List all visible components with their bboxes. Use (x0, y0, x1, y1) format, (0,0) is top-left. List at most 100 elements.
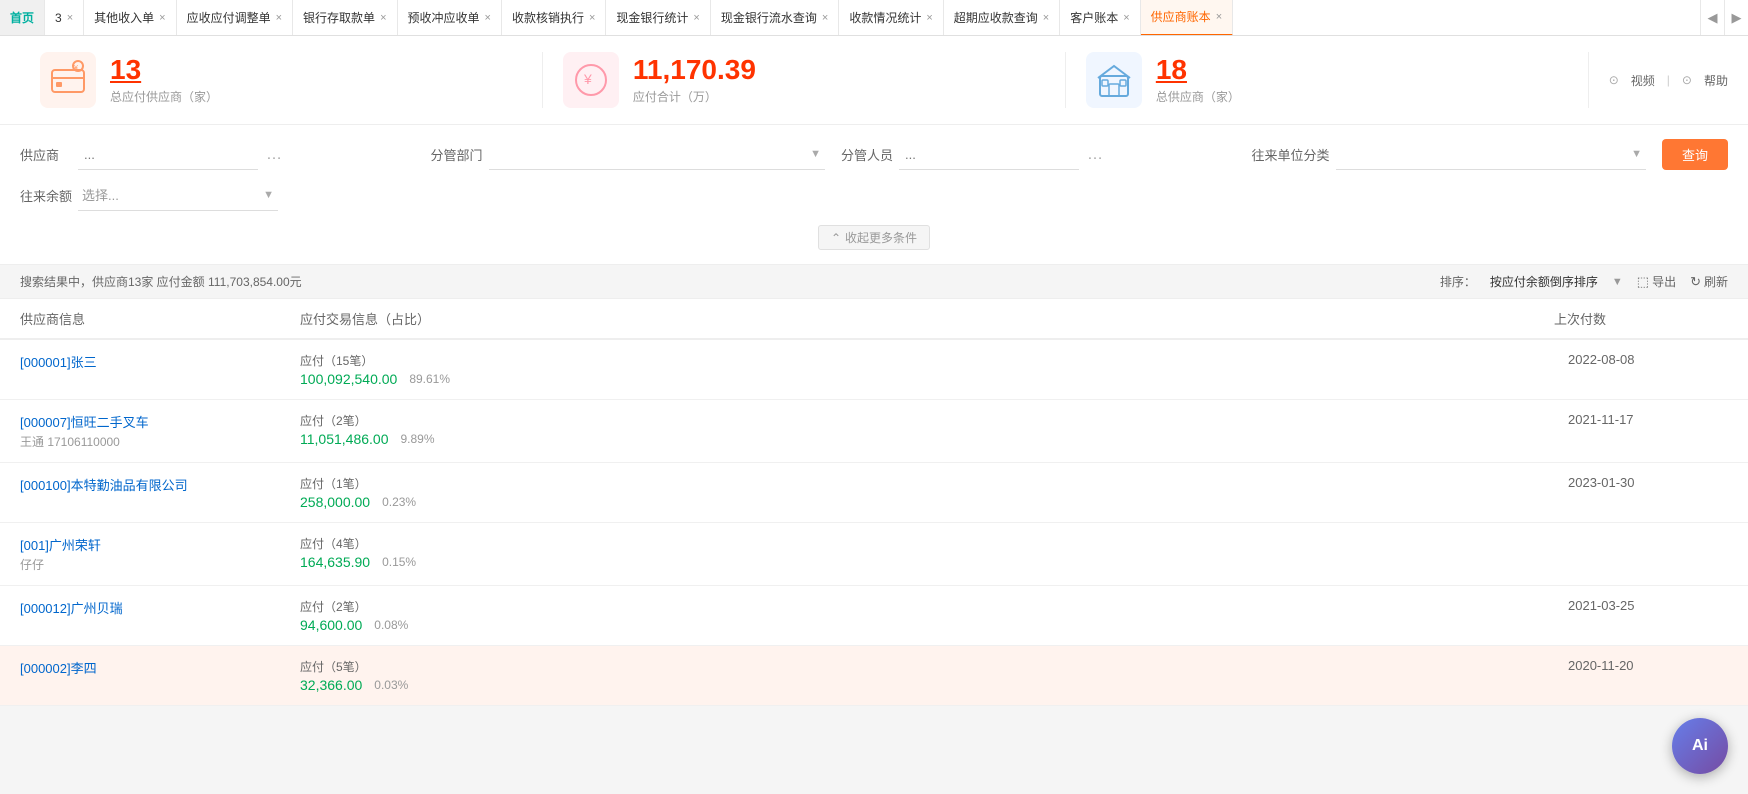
header-supplier: 供应商信息 (20, 309, 300, 328)
balance-select-wrap: 选择... ▼ (78, 180, 278, 211)
collection-stats-label: 收款情况统计 (849, 9, 921, 26)
filter-item-supplier: 供应商 … (20, 140, 415, 170)
close-bank-deposit[interactable]: × (380, 12, 386, 24)
card-number-total-suppliers[interactable]: 18 (1156, 55, 1240, 86)
tx-amount-link[interactable]: 100,092,540.00 (300, 371, 397, 387)
supplier-link[interactable]: [001]广州荣轩 (20, 538, 101, 553)
table-row: [000001]张三 应付（15笔） 100,092,540.00 89.61%… (0, 340, 1748, 400)
filter-row-1: 供应商 … 分管部门 ▼ 分管人员 … 往来单位分类 (20, 139, 1728, 170)
tx-row: 32,366.00 0.03% (300, 677, 1568, 693)
sort-label: 排序： (1440, 273, 1476, 290)
transaction-cell: 应付（2笔） 94,600.00 0.08% (300, 598, 1568, 633)
close-other-income[interactable]: × (159, 12, 165, 24)
category-filter-label: 往来单位分类 (1252, 145, 1330, 164)
nav-tab-overdue-query[interactable]: 超期应收款查询 × (944, 0, 1060, 36)
category-select[interactable] (1336, 139, 1646, 169)
customer-ledger-label: 客户账本 (1070, 9, 1118, 26)
supplier-input[interactable] (78, 140, 258, 170)
supplier-link[interactable]: [000001]张三 (20, 355, 97, 370)
last-pay-date: 2023-01-30 (1568, 475, 1635, 490)
last-pay-date: 2020-11-20 (1568, 658, 1634, 673)
last-payment-cell: 2021-03-25 (1568, 598, 1728, 613)
refresh-button[interactable]: ↻ 刷新 (1690, 273, 1728, 290)
help-link[interactable]: 帮助 (1704, 72, 1728, 89)
card-icon-payable: ¥ (563, 52, 619, 108)
ai-assistant-button[interactable]: Ai (1672, 718, 1728, 774)
nav-tab-bank-deposit[interactable]: 银行存取款单 × (293, 0, 397, 36)
close-cash-flow-query[interactable]: × (822, 12, 828, 24)
other-income-label: 其他收入单 (94, 9, 154, 26)
supplier-more-icon[interactable]: … (266, 146, 282, 164)
nav-prev-arrow[interactable]: ◀ (1700, 0, 1724, 36)
result-summary-text: 搜索结果中，供应商13家 应付金额 111,703,854.00元 (20, 273, 302, 290)
close-customer-ledger[interactable]: × (1123, 12, 1129, 24)
close-prepay-offset[interactable]: × (485, 12, 491, 24)
transaction-cell: 应付（15笔） 100,092,540.00 89.61% (300, 352, 1568, 387)
refresh-icon: ↻ (1690, 274, 1701, 290)
dept-filter-label: 分管部门 (431, 145, 483, 164)
close-tab-3[interactable]: × (67, 12, 73, 24)
nav-tab-ar-ap-adjust[interactable]: 应收应付调整单 × (177, 0, 293, 36)
dept-select[interactable] (489, 139, 825, 169)
nav-tab-supplier-ledger[interactable]: 供应商账本 × (1141, 0, 1233, 36)
close-cash-bank-stats[interactable]: × (693, 12, 699, 24)
tx-amount-link[interactable]: 94,600.00 (300, 617, 362, 633)
collapse-up-icon: ⌃ (831, 231, 841, 245)
card-label-suppliers: 总应付供应商（家） (110, 88, 218, 105)
collapse-button[interactable]: ⌃ 收起更多条件 (818, 225, 930, 250)
table-body: [000001]张三 应付（15笔） 100,092,540.00 89.61%… (0, 340, 1748, 706)
nav-tab-collection-stats[interactable]: 收款情况统计 × (839, 0, 943, 36)
video-link[interactable]: 视频 (1631, 72, 1655, 89)
close-ar-ap-adjust[interactable]: × (276, 12, 282, 24)
last-pay-date: 2021-03-25 (1568, 598, 1635, 613)
transaction-cell: 应付（2笔） 11,051,486.00 9.89% (300, 412, 1568, 447)
card-number-suppliers[interactable]: 13 (110, 55, 218, 86)
sort-dropdown-icon[interactable]: ▼ (1612, 276, 1623, 288)
last-payment-cell: 2022-08-08 (1568, 352, 1728, 367)
table-row: [000007]恒旺二手叉车 王通 17106110000 应付（2笔） 11,… (0, 400, 1748, 463)
summary-card-suppliers-payable: ¥ 13 总应付供应商（家） (20, 52, 543, 108)
nav-tab-cash-flow-query[interactable]: 现金银行流水查询 × (711, 0, 839, 36)
tx-label: 应付（15笔） (300, 352, 1568, 369)
header-transaction: 应付交易信息（占比） (300, 309, 1554, 328)
nav-tab-customer-ledger[interactable]: 客户账本 × (1060, 0, 1140, 36)
export-button[interactable]: ⬚ 导出 (1637, 273, 1676, 290)
last-payment-cell: 2023-01-30 (1568, 475, 1728, 490)
nav-tab-payment-verify[interactable]: 收款核销执行 × (502, 0, 606, 36)
tx-amount-link[interactable]: 11,051,486.00 (300, 431, 389, 447)
tx-amount-link[interactable]: 258,000.00 (300, 494, 370, 510)
supplier-link[interactable]: [000002]李四 (20, 661, 97, 676)
card-text-payable: 11,170.39 应付合计（万） (633, 55, 756, 105)
close-payment-verify[interactable]: × (589, 12, 595, 24)
tx-label: 应付（2笔） (300, 412, 1568, 429)
balance-select[interactable]: 选择... (78, 180, 278, 210)
sort-select[interactable]: 按应付余额倒序排序 (1490, 273, 1598, 290)
supplier-link[interactable]: [000007]恒旺二手叉车 (20, 415, 149, 430)
payment-verify-label: 收款核销执行 (512, 9, 584, 26)
tx-row: 258,000.00 0.23% (300, 494, 1568, 510)
person-input[interactable] (899, 140, 1079, 170)
summary-card-total-suppliers: 18 总供应商（家） (1066, 52, 1589, 108)
person-more-icon[interactable]: … (1087, 146, 1103, 164)
close-overdue-query[interactable]: × (1043, 12, 1049, 24)
tx-label: 应付（2笔） (300, 598, 1568, 615)
last-payment-cell: 2020-11-20 (1568, 658, 1728, 673)
nav-next-arrow[interactable]: ▶ (1724, 0, 1748, 36)
tx-amount-link[interactable]: 32,366.00 (300, 677, 362, 693)
close-collection-stats[interactable]: × (926, 12, 932, 24)
supplier-link[interactable]: [000012]广州贝瑞 (20, 601, 123, 616)
close-supplier-ledger[interactable]: × (1216, 11, 1222, 23)
tx-amount-link[interactable]: 164,635.90 (300, 554, 370, 570)
nav-tab-3[interactable]: 3 × (45, 0, 84, 36)
export-icon: ⬚ (1637, 274, 1649, 290)
ar-ap-adjust-label: 应收应付调整单 (187, 9, 271, 26)
query-button[interactable]: 查询 (1662, 139, 1728, 170)
tx-percent: 0.15% (382, 555, 416, 569)
nav-tab-cash-bank-stats[interactable]: 现金银行统计 × (606, 0, 710, 36)
table-row: [000100]本特勤油品有限公司 应付（1笔） 258,000.00 0.23… (0, 463, 1748, 523)
nav-tab-other-income[interactable]: 其他收入单 × (84, 0, 176, 36)
nav-tab-prepay-offset[interactable]: 预收冲应收单 × (398, 0, 502, 36)
filter-area: 供应商 … 分管部门 ▼ 分管人员 … 往来单位分类 (0, 125, 1748, 265)
supplier-link[interactable]: [000100]本特勤油品有限公司 (20, 478, 188, 493)
nav-tab-home[interactable]: 首页 (0, 0, 45, 36)
